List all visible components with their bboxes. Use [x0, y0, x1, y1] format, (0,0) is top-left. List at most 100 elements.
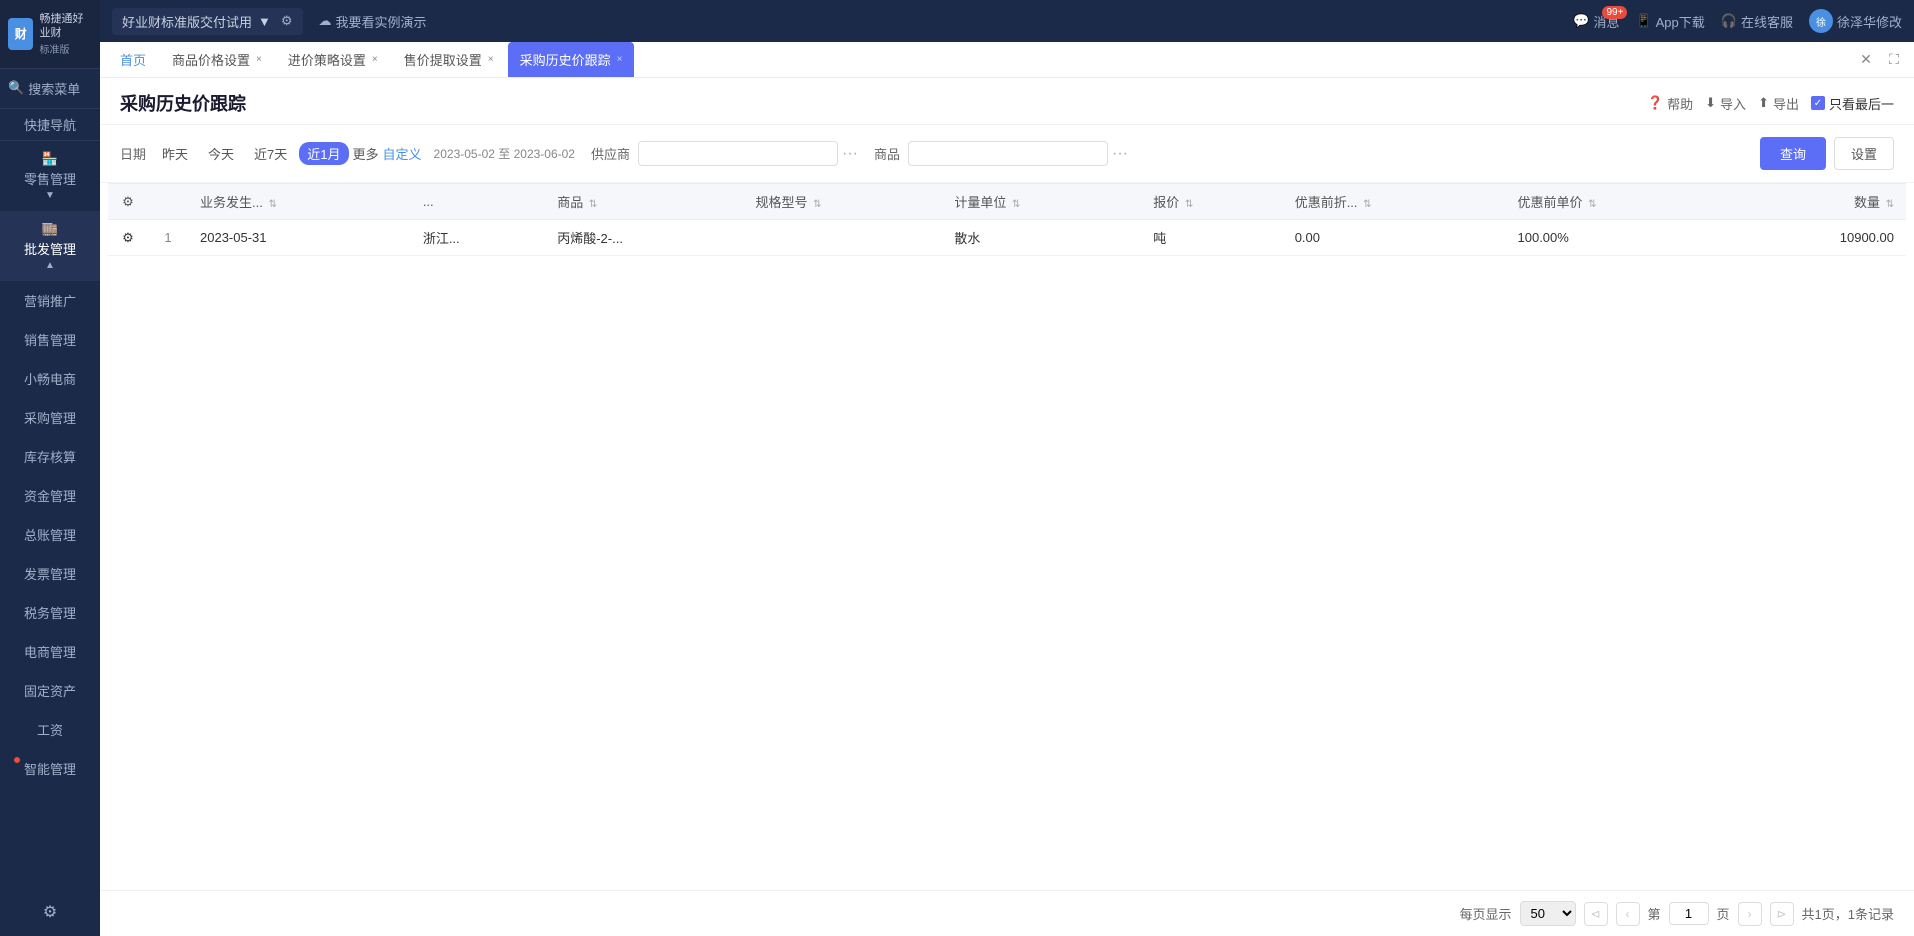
product-selector[interactable]: 好业财标准版交付试用 ▼ ⚙ — [112, 8, 303, 35]
col-spec-sort: ⇅ — [813, 199, 821, 210]
date-option-custom[interactable]: 自定义 — [383, 144, 422, 163]
pager-first-button[interactable]: ⊲ — [1584, 902, 1608, 926]
date-option-today[interactable]: 今天 — [200, 142, 242, 165]
tab-product-price[interactable]: 商品价格设置 × — [160, 42, 274, 77]
query-button[interactable]: 查询 — [1760, 137, 1826, 170]
sidebar-item-marketing[interactable]: 营销推广 — [0, 281, 100, 320]
supplier-dots[interactable]: ··· — [842, 145, 858, 163]
product-gear-icon[interactable]: ⚙ — [281, 13, 293, 29]
col-pre-discount-price[interactable]: 优惠前单价 ⇅ — [1506, 184, 1734, 220]
sidebar-gear-button[interactable]: ⚙ — [36, 898, 64, 926]
page-suffix: 页 — [1717, 904, 1730, 923]
sidebar-item-smart[interactable]: 智能管理 — [0, 749, 100, 788]
col-spec[interactable]: 规格型号 ⇅ — [743, 184, 942, 220]
finance-label: 资金管理 — [24, 486, 76, 505]
page-title: 采购历史价跟踪 — [120, 90, 246, 116]
tab-purchase-strategy[interactable]: 进价策略设置 × — [276, 42, 390, 77]
col-quantity-sort: ⇅ — [1886, 199, 1894, 210]
online-service-label: 在线客服 — [1741, 12, 1793, 31]
product-dots[interactable]: ··· — [1112, 145, 1128, 163]
import-button[interactable]: ⬇ 导入 — [1705, 94, 1746, 113]
col-gear[interactable]: ⚙ — [108, 184, 148, 220]
sidebar-item-payroll[interactable]: 工资 — [0, 710, 100, 749]
sidebar-item-sales[interactable]: 销售管理 — [0, 320, 100, 359]
date-option-yesterday[interactable]: 昨天 — [154, 142, 196, 165]
col-quantity[interactable]: 数量 ⇅ — [1733, 184, 1906, 220]
notifications-button[interactable]: 💬 消息 99+ — [1573, 12, 1619, 31]
help-button[interactable]: ❓ 帮助 — [1647, 94, 1693, 113]
sidebar-item-invoice[interactable]: 发票管理 — [0, 554, 100, 593]
sidebar-item-assets[interactable]: 固定资产 — [0, 671, 100, 710]
date-option-more[interactable]: 更多 — [353, 144, 379, 163]
tab-home[interactable]: 首页 — [108, 42, 158, 77]
row-pre-discount-price: 10900.00 — [1733, 220, 1906, 256]
tab-purchase-strategy-close[interactable]: × — [372, 54, 378, 65]
search-menu[interactable]: 🔍 搜索菜单 — [0, 69, 100, 109]
date-option-7days[interactable]: 近7天 — [246, 142, 295, 165]
message-icon: 💬 — [1573, 13, 1589, 29]
sidebar-item-tax[interactable]: 税务管理 — [0, 593, 100, 632]
inventory-label: 库存核算 — [24, 447, 76, 466]
content-area: 采购历史价跟踪 ❓ 帮助 ⬇ 导入 ⬆ 导出 只看最后一 — [100, 78, 1914, 936]
setting-button[interactable]: 设置 — [1834, 137, 1894, 170]
import-icon: ⬇ — [1705, 95, 1716, 111]
export-label: 导出 — [1773, 94, 1799, 113]
phone-icon: 📱 — [1635, 13, 1651, 29]
demo-label: 我要看实例演示 — [336, 12, 427, 31]
supplier-filter-group: 供应商 ··· — [591, 141, 858, 166]
sidebar-item-ledger[interactable]: 总账管理 — [0, 515, 100, 554]
col-quoted-price[interactable]: 报价 ⇅ — [1141, 184, 1282, 220]
row-price-unit: 吨 — [1141, 220, 1282, 256]
sidebar-item-finance[interactable]: 资金管理 — [0, 476, 100, 515]
sidebar-item-retail[interactable]: 🏪 零售管理 ▼ — [0, 141, 100, 211]
tab-purchase-history[interactable]: 采购历史价跟踪 × — [508, 42, 635, 77]
col-date[interactable]: 业务发生... ⇅ — [188, 184, 411, 220]
tab-close-all-button[interactable]: ✕ — [1854, 48, 1878, 72]
tab-purchase-history-close[interactable]: × — [617, 54, 623, 65]
product-input[interactable] — [908, 141, 1108, 166]
logo-text: 畅捷通好业财 标准版 — [39, 12, 92, 56]
col-unit[interactable]: 计量单位 ⇅ — [942, 184, 1141, 220]
date-option-1month[interactable]: 近1月 — [299, 142, 348, 165]
col-discount[interactable]: 优惠前折... ⇅ — [1283, 184, 1506, 220]
sidebar-item-purchase[interactable]: 采购管理 — [0, 398, 100, 437]
only-last-checkbox[interactable]: 只看最后一 — [1811, 94, 1894, 113]
user-name: 徐泽华修改 — [1837, 12, 1902, 31]
page-number-input[interactable] — [1669, 902, 1709, 925]
user-menu[interactable]: 徐 徐泽华修改 — [1809, 9, 1902, 33]
app-download-button[interactable]: 📱 App下载 — [1635, 12, 1704, 31]
sidebar-item-inventory[interactable]: 库存核算 — [0, 437, 100, 476]
tab-sale-price-label: 售价提取设置 — [404, 50, 482, 69]
tab-sale-price-close[interactable]: × — [488, 54, 494, 65]
col-unit-label: 计量单位 — [954, 195, 1006, 210]
sidebar-item-wholesale[interactable]: 🏬 批发管理 ▲ — [0, 211, 100, 281]
col-date-label: 业务发生... — [200, 195, 263, 210]
row-gear[interactable]: ⚙ — [108, 220, 148, 256]
supplier-input[interactable] — [638, 141, 838, 166]
marketing-label: 营销推广 — [24, 291, 76, 310]
supplier-label: 供应商 — [591, 144, 630, 163]
purchase-label: 采购管理 — [24, 408, 76, 427]
tab-expand-button[interactable]: ⛶ — [1882, 48, 1906, 72]
tab-product-price-close[interactable]: × — [256, 54, 262, 65]
sidebar-bottom: ⚙ — [0, 888, 100, 936]
per-page-label: 每页显示 — [1459, 904, 1511, 923]
online-service-button[interactable]: 🎧 在线客服 — [1721, 12, 1793, 31]
logo-icon: 财 — [8, 18, 33, 50]
col-product[interactable]: 商品 ⇅ — [545, 184, 743, 220]
pager-last-button[interactable]: ⊳ — [1770, 902, 1794, 926]
per-page-select[interactable]: 50 20 100 200 — [1520, 901, 1576, 926]
retail-expand-icon: ▼ — [45, 190, 55, 201]
pager-next-button[interactable]: › — [1738, 902, 1762, 926]
sidebar-item-ecommerce[interactable]: 电商管理 — [0, 632, 100, 671]
tab-sale-price[interactable]: 售价提取设置 × — [392, 42, 506, 77]
product-dropdown-icon: ▼ — [258, 14, 271, 29]
export-button[interactable]: ⬆ 导出 — [1758, 94, 1799, 113]
pager-prev-button[interactable]: ‹ — [1616, 902, 1640, 926]
table-row: ⚙ 1 2023-05-31 浙江... 丙烯酸-2-... 散水 吨 0.00… — [108, 220, 1906, 256]
col-extra[interactable]: ... — [411, 184, 545, 220]
quick-nav[interactable]: 快捷导航 — [0, 109, 100, 141]
demo-button[interactable]: ☁ 我要看实例演示 — [319, 12, 427, 31]
row-spec — [743, 220, 942, 256]
sidebar-item-ecommerce-small[interactable]: 小畅电商 — [0, 359, 100, 398]
